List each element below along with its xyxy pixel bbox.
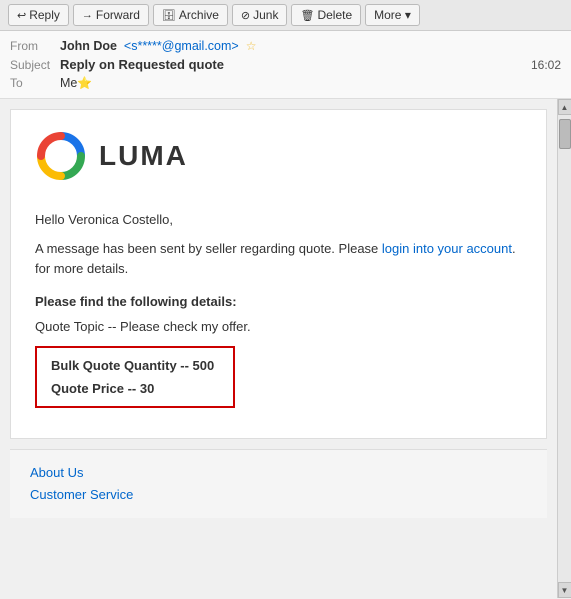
email-footer: About Us Customer Service bbox=[10, 449, 547, 518]
quote-details-box: Bulk Quote Quantity -- 500 Quote Price -… bbox=[35, 346, 235, 408]
junk-icon: ⊘ bbox=[241, 9, 250, 22]
scrollbar-up-button[interactable]: ▲ bbox=[558, 99, 571, 115]
subject-text: Reply on Requested quote bbox=[60, 57, 224, 72]
from-value: John Doe <s*****@gmail.com> ☆ bbox=[60, 39, 256, 53]
quote-price: Quote Price -- 30 bbox=[51, 381, 219, 396]
delete-button[interactable]: 🗑 Delete bbox=[291, 4, 361, 26]
luma-header: LUMA bbox=[35, 130, 522, 192]
from-label: From bbox=[10, 39, 60, 53]
email-greeting: Hello Veronica Costello, bbox=[35, 212, 522, 227]
reply-icon: ↩ bbox=[17, 9, 26, 22]
email-content: LUMA Hello Veronica Costello, A message … bbox=[10, 109, 547, 439]
email-header: From John Doe <s*****@gmail.com> ☆ Subje… bbox=[0, 31, 571, 99]
forward-icon: → bbox=[82, 9, 93, 21]
me-star-icon: ⭐ bbox=[77, 76, 92, 90]
bulk-quote-quantity: Bulk Quote Quantity -- 500 bbox=[51, 358, 219, 373]
scrollbar[interactable]: ▲ ▼ bbox=[557, 99, 571, 598]
subject-label: Subject bbox=[10, 58, 60, 72]
forward-button[interactable]: → Forward bbox=[73, 4, 149, 26]
customer-service-link[interactable]: Customer Service bbox=[30, 484, 527, 506]
sender-email: <s*****@gmail.com> bbox=[124, 39, 239, 53]
star-icon[interactable]: ☆ bbox=[246, 39, 257, 53]
email-body: LUMA Hello Veronica Costello, A message … bbox=[0, 99, 557, 598]
more-button[interactable]: More ▾ bbox=[365, 4, 420, 26]
to-value: Me⭐ bbox=[60, 76, 92, 90]
login-link[interactable]: login into your account bbox=[382, 241, 512, 256]
archive-button[interactable]: 🗄 Archive bbox=[153, 4, 228, 26]
email-time: 16:02 bbox=[531, 58, 561, 72]
to-label: To bbox=[10, 76, 60, 90]
about-us-link[interactable]: About Us bbox=[30, 462, 527, 484]
luma-logo-icon bbox=[35, 130, 87, 182]
luma-brand-name: LUMA bbox=[99, 140, 188, 172]
junk-button[interactable]: ⊘ Junk bbox=[232, 4, 288, 26]
quote-topic: Quote Topic -- Please check my offer. bbox=[35, 319, 522, 334]
scrollbar-track[interactable] bbox=[558, 115, 571, 582]
details-heading: Please find the following details: bbox=[35, 294, 522, 309]
email-body-wrapper: LUMA Hello Veronica Costello, A message … bbox=[0, 99, 571, 598]
scrollbar-thumb[interactable] bbox=[559, 119, 571, 149]
email-message: A message has been sent by seller regard… bbox=[35, 239, 522, 278]
delete-icon: 🗑 bbox=[300, 9, 314, 22]
reply-button[interactable]: ↩ Reply bbox=[8, 4, 69, 26]
scrollbar-down-button[interactable]: ▼ bbox=[558, 582, 571, 598]
email-toolbar: ↩ Reply → Forward 🗄 Archive ⊘ Junk 🗑 Del… bbox=[0, 0, 571, 31]
archive-icon: 🗄 bbox=[162, 9, 176, 22]
sender-name: John Doe bbox=[60, 39, 117, 53]
